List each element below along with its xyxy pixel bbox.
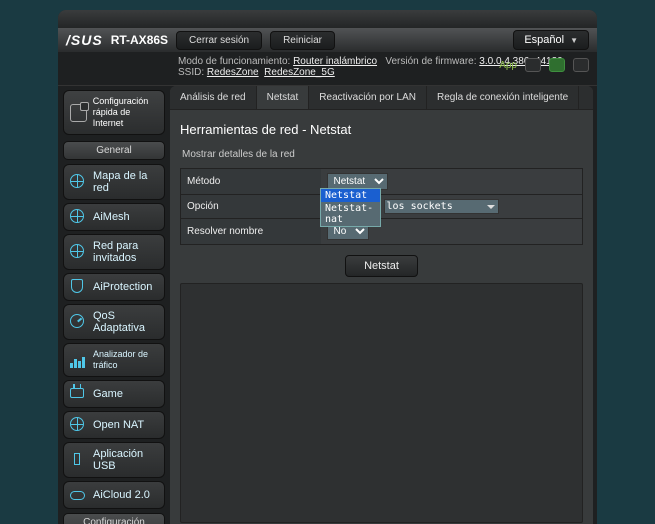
nav-label: AiCloud 2.0: [93, 489, 150, 501]
logout-button[interactable]: Cerrar sesión: [176, 31, 262, 50]
nav-qos[interactable]: QoS Adaptativa: [63, 304, 165, 340]
nav-usb-app[interactable]: Aplicación USB: [63, 442, 165, 478]
nav-game[interactable]: Game: [63, 380, 165, 408]
resolve-label: Resolver nombre: [181, 219, 321, 245]
fw-label: Versión de firmware:: [385, 56, 476, 67]
ssid-label: SSID:: [178, 67, 204, 78]
language-select[interactable]: Español ▼: [513, 30, 589, 50]
nav-traffic-analyzer[interactable]: Analizador detráfico: [63, 343, 165, 377]
nav-label: AiProtection: [93, 281, 152, 293]
quick-setup-icon: [70, 104, 87, 122]
quick-line2: rápida de Internet: [93, 107, 158, 129]
chevron-down-icon: ▼: [570, 36, 578, 45]
nav-aicloud[interactable]: AiCloud 2.0: [63, 481, 165, 509]
option-label: Opción: [181, 195, 321, 219]
nav-label: Red para invitados: [93, 240, 158, 264]
nav-guest-network[interactable]: Red para invitados: [63, 234, 165, 270]
language-label: Español: [524, 34, 564, 46]
section-general: General: [63, 141, 165, 160]
status-icon-3[interactable]: [573, 58, 589, 72]
method-label: Método: [181, 169, 321, 195]
method-option-netstat[interactable]: Netstat: [321, 189, 380, 202]
nav-label: tráfico: [93, 360, 148, 371]
nav-aiprotection[interactable]: AiProtection: [63, 273, 165, 301]
panel-title: Herramientas de red - Netstat: [180, 118, 583, 145]
nav-label: Open NAT: [93, 419, 144, 431]
tab-netstat[interactable]: Netstat: [257, 86, 310, 109]
method-option-netstat-nat[interactable]: Netstat-nat: [321, 202, 380, 226]
nav-label: Analizador de: [93, 349, 148, 360]
tab-smart-connect[interactable]: Regla de conexión inteligente: [427, 86, 579, 109]
method-dropdown-open[interactable]: Netstat Netstat-nat: [320, 188, 381, 227]
nav-label: Game: [93, 388, 123, 400]
mode-label: Modo de funcionamiento:: [178, 56, 290, 67]
nav-label: Aplicación USB: [93, 448, 158, 472]
ssid1-link[interactable]: RedesZone: [207, 67, 259, 78]
status-icon-1[interactable]: [525, 58, 541, 72]
nav-label: QoS Adaptativa: [93, 310, 158, 334]
nav-network-map[interactable]: Mapa de la red: [63, 164, 165, 200]
run-netstat-button[interactable]: Netstat: [345, 255, 418, 277]
nav-open-nat[interactable]: Open NAT: [63, 411, 165, 439]
model-name: RT-AX86S: [111, 33, 168, 47]
tab-network-analysis[interactable]: Análisis de red: [170, 86, 257, 109]
mode-value-link[interactable]: Router inalámbrico: [293, 56, 377, 67]
option-sockets-select[interactable]: los sockets: [384, 199, 499, 214]
section-advanced: Configuración avanzada: [63, 513, 165, 524]
status-icon-2[interactable]: [549, 58, 565, 72]
output-area: [180, 283, 583, 523]
nav-label: AiMesh: [93, 211, 130, 223]
tab-wol[interactable]: Reactivación por LAN: [309, 86, 427, 109]
nav-label: Mapa de la red: [93, 170, 158, 194]
brand-logo: /SUS: [66, 32, 103, 48]
quick-line1: Configuración: [93, 96, 158, 107]
panel-subtitle: Mostrar detalles de la red: [182, 149, 583, 160]
nav-aimesh[interactable]: AiMesh: [63, 203, 165, 231]
quick-setup-button[interactable]: Configuración rápida de Internet: [63, 90, 165, 135]
reboot-button[interactable]: Reiniciar: [270, 31, 335, 50]
ssid2-link[interactable]: RedesZone_5G: [264, 67, 335, 78]
app-link[interactable]: App: [499, 60, 517, 71]
